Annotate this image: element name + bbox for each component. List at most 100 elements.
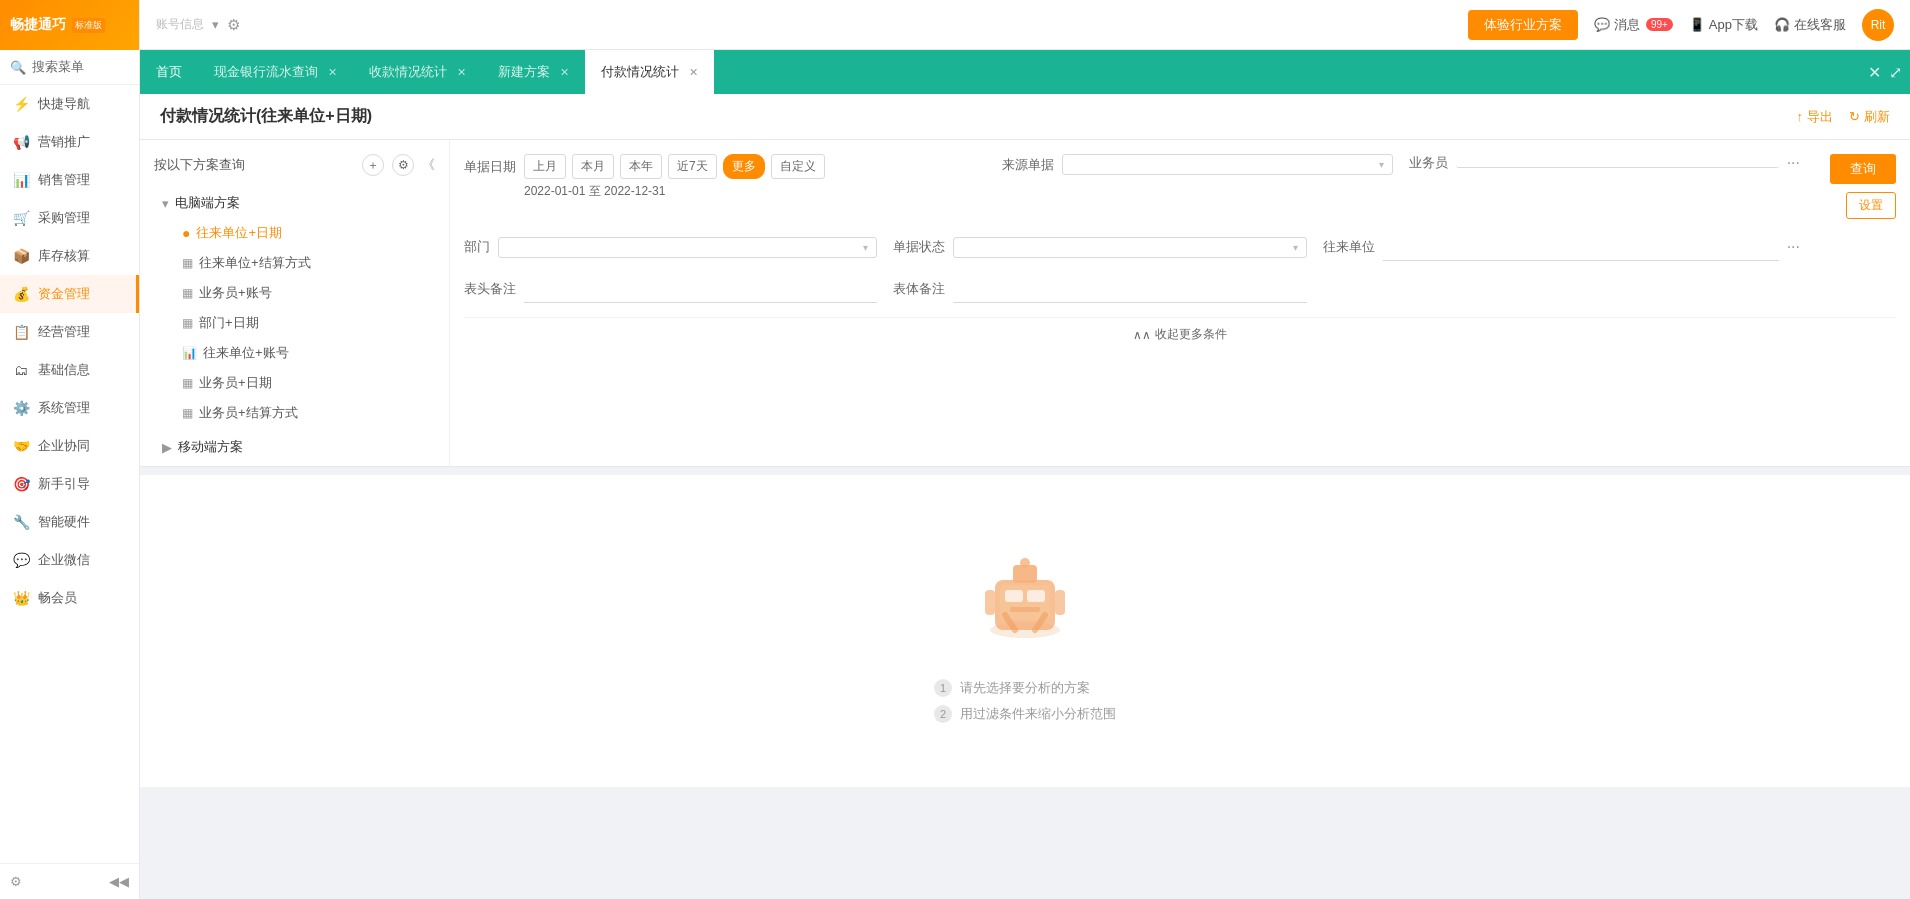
message-action[interactable]: 💬 消息 99+ bbox=[1594, 16, 1673, 34]
search-menu-label: 搜索菜单 bbox=[32, 58, 84, 76]
sidebar-item-purchase[interactable]: 🛒 采购管理 bbox=[0, 199, 139, 237]
sidebar-item-newbie[interactable]: 🎯 新手引导 bbox=[0, 465, 139, 503]
scheme-unit-account[interactable]: 📊 往来单位+账号 bbox=[174, 338, 435, 368]
sidebar-header: 畅捷通巧 标准版 bbox=[0, 0, 139, 50]
sidebar-item-hardware[interactable]: 🔧 智能硬件 bbox=[0, 503, 139, 541]
doc-status-label: 单据状态 bbox=[893, 238, 945, 256]
settings-icon[interactable]: ⚙ bbox=[227, 16, 240, 34]
query-button[interactable]: 查询 bbox=[1830, 154, 1896, 184]
empty-tip-2: 2 用过滤条件来缩小分析范围 bbox=[934, 701, 1116, 727]
scheme-label: 业务员+账号 bbox=[199, 284, 272, 302]
page-header: 付款情况统计(往来单位+日期) ↑ 导出 ↻ 刷新 bbox=[140, 94, 1910, 140]
user-avatar[interactable]: Rit bbox=[1862, 9, 1894, 41]
scheme-icon: ▦ bbox=[182, 406, 193, 420]
sidebar-item-system[interactable]: ⚙️ 系统管理 bbox=[0, 389, 139, 427]
dept-filter-item: 部门 ▾ bbox=[464, 237, 877, 258]
sidebar-item-weixin[interactable]: 💬 企业微信 bbox=[0, 541, 139, 579]
sidebar-item-inventory[interactable]: 📦 库存核算 bbox=[0, 237, 139, 275]
sidebar-item-member[interactable]: 👑 畅会员 bbox=[0, 579, 139, 617]
tip-num-1: 1 bbox=[934, 679, 952, 697]
scheme-staff-date[interactable]: ▦ 业务员+日期 bbox=[174, 368, 435, 398]
online-service-action[interactable]: 🎧 在线客服 bbox=[1774, 16, 1846, 34]
date-group: 上月 本月 本年 近7天 更多 自定义 bbox=[524, 154, 825, 179]
sidebar-item-label: 资金管理 bbox=[38, 285, 90, 303]
body-note-input[interactable] bbox=[953, 275, 1306, 303]
collapse-label: 收起更多条件 bbox=[1155, 326, 1227, 343]
header-note-input[interactable] bbox=[524, 275, 877, 303]
dropdown-icon[interactable]: ▾ bbox=[212, 17, 219, 32]
staff-dots-btn[interactable]: ··· bbox=[1787, 154, 1800, 172]
doc-status-select[interactable]: ▾ bbox=[953, 237, 1306, 258]
pc-section: ▾ 电脑端方案 ● 往来单位+日期 ▦ 往来单位+结算方式 ▦ bbox=[154, 188, 435, 428]
partner-dots-btn[interactable]: ··· bbox=[1787, 238, 1800, 256]
scheme-dept-date[interactable]: ▦ 部门+日期 bbox=[174, 308, 435, 338]
date-btn-last-7days[interactable]: 近7天 bbox=[668, 154, 717, 179]
filter-settings-button[interactable]: 设置 bbox=[1846, 192, 1896, 219]
refresh-action[interactable]: ↻ 刷新 bbox=[1849, 108, 1890, 126]
tab-home-label: 首页 bbox=[156, 63, 182, 81]
sidebar-item-basic-info[interactable]: 🗂 基础信息 bbox=[0, 351, 139, 389]
staff-input[interactable] bbox=[1456, 159, 1779, 168]
message-icon: 💬 bbox=[1594, 17, 1610, 32]
sidebar-item-marketing[interactable]: 📢 营销推广 bbox=[0, 123, 139, 161]
sidebar-item-quick-nav[interactable]: ⚡ 快捷导航 bbox=[0, 85, 139, 123]
source-select[interactable]: ▾ bbox=[1062, 154, 1393, 175]
tab-new-plan[interactable]: 新建方案 ✕ bbox=[482, 50, 585, 94]
export-action[interactable]: ↑ 导出 bbox=[1797, 108, 1834, 126]
sidebar-item-enterprise[interactable]: 🤝 企业协同 bbox=[0, 427, 139, 465]
tab-payment-stats-close[interactable]: ✕ bbox=[689, 66, 698, 79]
tab-bank-flow-close[interactable]: ✕ bbox=[328, 66, 337, 79]
empty-tip-1: 1 请先选择要分析的方案 bbox=[934, 675, 1116, 701]
date-filter-item: 单据日期 上月 本月 本年 近7天 更多 自定义 2022-01-01 至 20… bbox=[464, 154, 986, 200]
app-download-action[interactable]: 📱 App下载 bbox=[1689, 16, 1758, 34]
tab-home[interactable]: 首页 bbox=[140, 50, 198, 94]
date-btn-custom[interactable]: 自定义 bbox=[771, 154, 825, 179]
header-actions: 体验行业方案 💬 消息 99+ 📱 App下载 🎧 在线客服 Rit bbox=[1468, 9, 1894, 41]
tab-fullscreen-icon[interactable]: ⤢ bbox=[1889, 63, 1902, 82]
svg-rect-8 bbox=[985, 590, 995, 615]
tab-receipt-stats-close[interactable]: ✕ bbox=[457, 66, 466, 79]
page-header-actions: ↑ 导出 ↻ 刷新 bbox=[1797, 108, 1891, 126]
settings-scheme-button[interactable]: ⚙ bbox=[392, 154, 414, 176]
export-icon: ↑ bbox=[1797, 109, 1804, 124]
mobile-section-header[interactable]: ▶ 移动端方案 bbox=[154, 432, 435, 462]
date-btn-last-month[interactable]: 上月 bbox=[524, 154, 566, 179]
search-menu-item[interactable]: 🔍 搜索菜单 bbox=[0, 50, 139, 85]
staff-label: 业务员 bbox=[1409, 154, 1448, 172]
tab-receipt-stats[interactable]: 收款情况统计 ✕ bbox=[353, 50, 482, 94]
tab-close-all-icon[interactable]: ✕ bbox=[1868, 63, 1881, 82]
dept-select[interactable]: ▾ bbox=[498, 237, 877, 258]
collapse-more-button[interactable]: ∧∧ 收起更多条件 bbox=[464, 317, 1896, 351]
trial-button[interactable]: 体验行业方案 bbox=[1468, 10, 1578, 40]
date-btn-this-year[interactable]: 本年 bbox=[620, 154, 662, 179]
empty-svg bbox=[965, 535, 1085, 655]
footer-collapse-icon[interactable]: ◀◀ bbox=[109, 874, 129, 889]
tip-num-2: 2 bbox=[934, 705, 952, 723]
message-badge: 99+ bbox=[1646, 18, 1673, 31]
sidebar-item-finance[interactable]: 💰 资金管理 bbox=[0, 275, 139, 313]
tab-bank-flow[interactable]: 现金银行流水查询 ✕ bbox=[198, 50, 353, 94]
scheme-unit-settle[interactable]: ▦ 往来单位+结算方式 bbox=[174, 248, 435, 278]
footer-settings-icon[interactable]: ⚙ bbox=[10, 874, 22, 889]
tab-new-plan-close[interactable]: ✕ bbox=[560, 66, 569, 79]
scheme-unit-date[interactable]: ● 往来单位+日期 bbox=[174, 218, 435, 248]
partner-input[interactable] bbox=[1383, 233, 1779, 261]
collapse-panel-button[interactable]: 《 bbox=[422, 156, 435, 174]
scheme-staff-settle[interactable]: ▦ 业务员+结算方式 bbox=[174, 398, 435, 428]
tab-payment-stats[interactable]: 付款情况统计 ✕ bbox=[585, 50, 714, 94]
body-note-item: 表体备注 bbox=[893, 275, 1306, 303]
scheme-icon: ▦ bbox=[182, 376, 193, 390]
add-scheme-button[interactable]: ＋ bbox=[362, 154, 384, 176]
sidebar-item-sales[interactable]: 📊 销售管理 bbox=[0, 161, 139, 199]
filter-row-2: 部门 ▾ 单据状态 ▾ 往来单位 bbox=[464, 233, 1896, 261]
pc-section-header[interactable]: ▾ 电脑端方案 bbox=[154, 188, 435, 218]
tab-payment-stats-label: 付款情况统计 bbox=[601, 63, 679, 81]
scheme-staff-account[interactable]: ▦ 业务员+账号 bbox=[174, 278, 435, 308]
filter-area: 按以下方案查询 ＋ ⚙ 《 ▾ 电脑端方案 ● 往 bbox=[140, 140, 1910, 467]
sidebar-item-label: 快捷导航 bbox=[38, 95, 90, 113]
dept-label: 部门 bbox=[464, 238, 490, 256]
date-btn-more[interactable]: 更多 bbox=[723, 154, 765, 179]
sidebar-item-operations[interactable]: 📋 经营管理 bbox=[0, 313, 139, 351]
date-btn-this-month[interactable]: 本月 bbox=[572, 154, 614, 179]
mobile-section-label: 移动端方案 bbox=[178, 438, 243, 456]
